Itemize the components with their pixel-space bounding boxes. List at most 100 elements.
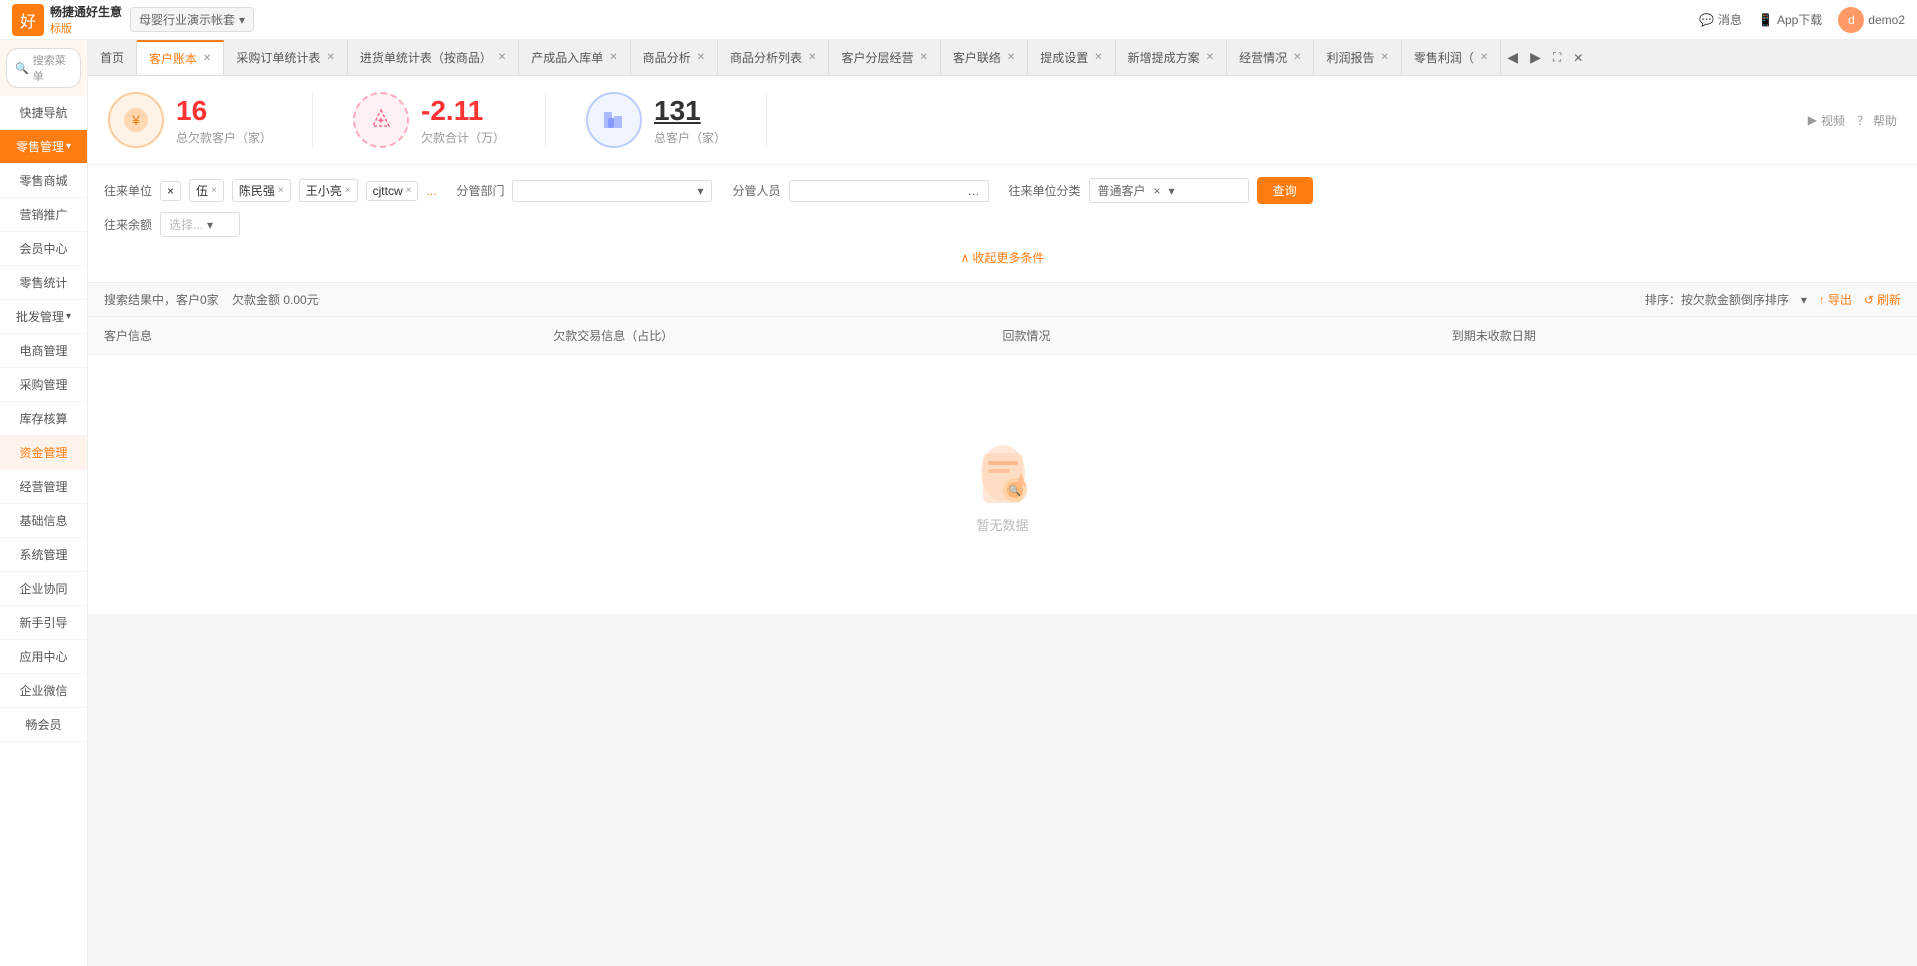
tab-customer-account[interactable]: 客户账本 ✕: [137, 40, 224, 76]
filter-tag-close-cjttcw[interactable]: ×: [406, 185, 412, 196]
filter-class-close[interactable]: ×: [1154, 184, 1161, 198]
collapse-filters-btn[interactable]: ∧ 收起更多条件: [949, 245, 1057, 270]
help-icon: ？: [1857, 112, 1869, 129]
sidebar-item-inventory[interactable]: 库存核算: [0, 402, 87, 436]
search-menu-input[interactable]: 🔍 搜索菜单: [6, 48, 81, 88]
sidebar-item-member-center[interactable]: 会员中心: [0, 232, 87, 266]
tab-close-product-analysis[interactable]: ✕: [697, 52, 705, 63]
stats-header: ¥ 16 总欠款客户（家） ✦ -2.11 欠款合计（万）: [88, 76, 1917, 165]
user-menu[interactable]: d demo2: [1838, 7, 1905, 33]
tab-close-customer-account[interactable]: ✕: [203, 53, 211, 64]
tab-product-analysis-list[interactable]: 商品分析列表 ✕: [718, 40, 829, 76]
tab-new-push[interactable]: 新增提成方案 ✕: [1116, 40, 1227, 76]
tab-product-analysis[interactable]: 商品分析 ✕: [631, 40, 718, 76]
tab-purchase-order[interactable]: 采购订单统计表 ✕: [224, 40, 347, 76]
tab-nav-prev[interactable]: ◀: [1501, 40, 1524, 76]
filter-row-2: 往来余额 选择... ▾: [104, 212, 1901, 237]
tab-close-product-analysis-list[interactable]: ✕: [808, 52, 816, 63]
sidebar-item-operation-mgmt[interactable]: 经营管理: [0, 470, 87, 504]
filter-person-select[interactable]: …: [789, 180, 989, 202]
results-actions: 排序：按欠款金额倒序排序 ▾ ↑ 导出 ↺ 刷新: [1645, 291, 1901, 308]
tab-close-push-settings[interactable]: ✕: [1094, 52, 1102, 63]
sidebar-item-finance[interactable]: 资金管理: [0, 436, 87, 470]
stat-label-debt: 欠款合计（万）: [421, 129, 505, 146]
chevron-right-icon: ▾: [66, 311, 71, 322]
empty-text: 暂无数据: [976, 515, 1028, 534]
tab-close-customer-contact[interactable]: ✕: [1007, 52, 1015, 63]
video-icon: ▶: [1808, 113, 1817, 127]
filter-tag-unit-chen: 陈民强 ×: [232, 179, 291, 202]
filter-dept-select[interactable]: ▾: [512, 180, 712, 202]
filter-tag-close-chen[interactable]: ×: [278, 185, 284, 196]
filter-tag-unit-all: ×: [160, 181, 181, 201]
sidebar-item-ecommerce[interactable]: 电商管理: [0, 334, 87, 368]
tab-product-instock[interactable]: 产成品入库单 ✕: [519, 40, 630, 76]
filter-dept-label: 分管部门: [456, 182, 504, 199]
tab-close-operation[interactable]: ✕: [1293, 52, 1301, 63]
filter-tag-unit-wu: 伍 ×: [189, 179, 224, 202]
sidebar-item-vip-member[interactable]: 畅会员: [0, 708, 87, 742]
sidebar-item-enterprise-coop[interactable]: 企业协同: [0, 572, 87, 606]
stat-icon-total: [586, 92, 642, 148]
sidebar-item-marketing[interactable]: 营销推广: [0, 198, 87, 232]
filter-tag-unit-cjttcw: cjttcw ×: [366, 181, 419, 201]
tab-customer-contact[interactable]: 客户联络 ✕: [941, 40, 1028, 76]
export-btn[interactable]: ↑ 导出: [1819, 291, 1852, 308]
stat-value-debt: -2.11: [421, 95, 505, 127]
svg-text:✦: ✦: [377, 116, 385, 127]
chevron-down-icon: ▾: [697, 184, 703, 198]
tab-customer-tier[interactable]: 客户分层经营 ✕: [829, 40, 940, 76]
tab-home[interactable]: 首页: [88, 40, 137, 76]
logo-icon: 好: [12, 4, 44, 36]
app-download-btn[interactable]: 📱 App下载: [1758, 11, 1822, 28]
tab-operation[interactable]: 经营情况 ✕: [1227, 40, 1314, 76]
message-icon: 💬: [1699, 13, 1714, 27]
stat-block-customers: ¥ 16 总欠款客户（家）: [108, 92, 313, 148]
sidebar-item-retail-shop[interactable]: 零售商城: [0, 164, 87, 198]
sidebar-item-new-guide[interactable]: 新手引导: [0, 606, 87, 640]
tab-close-purchase-stat[interactable]: ✕: [498, 52, 506, 63]
filter-tag-close-wang[interactable]: ×: [345, 185, 351, 196]
sidebar-item-basic-info[interactable]: 基础信息: [0, 504, 87, 538]
chevron-down-icon: ▾: [66, 141, 71, 152]
empty-icon: 🔍: [963, 435, 1043, 515]
tab-nav-next[interactable]: ▶: [1524, 40, 1547, 76]
sidebar-item-retail-stats[interactable]: 零售统计: [0, 266, 87, 300]
filter-balance-select[interactable]: 选择... ▾: [160, 212, 240, 237]
tab-close-purchase-order[interactable]: ✕: [326, 52, 334, 63]
tab-close-new-push[interactable]: ✕: [1206, 52, 1214, 63]
sidebar-item-retail-mgmt[interactable]: 零售管理 ▾: [0, 130, 87, 164]
filter-more-btn[interactable]: ...: [426, 184, 436, 198]
sidebar-item-quick-nav[interactable]: 快捷导航: [0, 96, 87, 130]
search-icon: 🔍: [15, 62, 29, 75]
sidebar-item-system-mgmt[interactable]: 系统管理: [0, 538, 87, 572]
sort-label: 排序：按欠款金额倒序排序: [1645, 291, 1789, 308]
tab-purchase-stat[interactable]: 进货单统计表（按商品） ✕: [348, 40, 519, 76]
message-btn[interactable]: 💬 消息: [1699, 11, 1742, 28]
tab-close-product-instock[interactable]: ✕: [609, 52, 617, 63]
tab-close-customer-tier[interactable]: ✕: [919, 52, 927, 63]
account-dropdown[interactable]: 母婴行业演示帐套 ▾: [130, 7, 254, 32]
tab-push-settings[interactable]: 提成设置 ✕: [1028, 40, 1115, 76]
svg-text:¥: ¥: [131, 112, 140, 128]
sidebar-item-purchase-mgmt[interactable]: 采购管理: [0, 368, 87, 402]
help-btn[interactable]: ？ 帮助: [1857, 112, 1897, 129]
data-table: 客户信息 欠款交易信息（占比） 回款情况 到期未收款日期 🔍 暂无数据: [88, 317, 1917, 614]
stat-label-total: 总客户（家）: [654, 129, 726, 146]
sidebar-item-enterprise-wechat[interactable]: 企业微信: [0, 674, 87, 708]
avatar: d: [1838, 7, 1864, 33]
filter-tag-close-wu[interactable]: ×: [211, 185, 217, 196]
tab-close-all[interactable]: ✕: [1567, 40, 1589, 76]
col-header-repay: 回款情况: [1003, 327, 1452, 344]
filter-unit-class-select[interactable]: 普通客户 × ▾: [1089, 178, 1249, 203]
query-button[interactable]: 查询: [1257, 177, 1313, 204]
tab-close-retail-profit[interactable]: ✕: [1480, 52, 1488, 63]
tab-close-profit-report[interactable]: ✕: [1381, 52, 1389, 63]
tab-retail-profit[interactable]: 零售利润（ ✕: [1402, 40, 1501, 76]
video-help-btn[interactable]: ▶ 视频: [1808, 112, 1845, 129]
sidebar-item-app-center[interactable]: 应用中心: [0, 640, 87, 674]
sidebar-item-batch-mgmt[interactable]: 批发管理 ▾: [0, 300, 87, 334]
tab-profit-report[interactable]: 利润报告 ✕: [1314, 40, 1401, 76]
tab-fullscreen[interactable]: ⛶: [1547, 40, 1567, 76]
refresh-btn[interactable]: ↺ 刷新: [1864, 291, 1901, 308]
